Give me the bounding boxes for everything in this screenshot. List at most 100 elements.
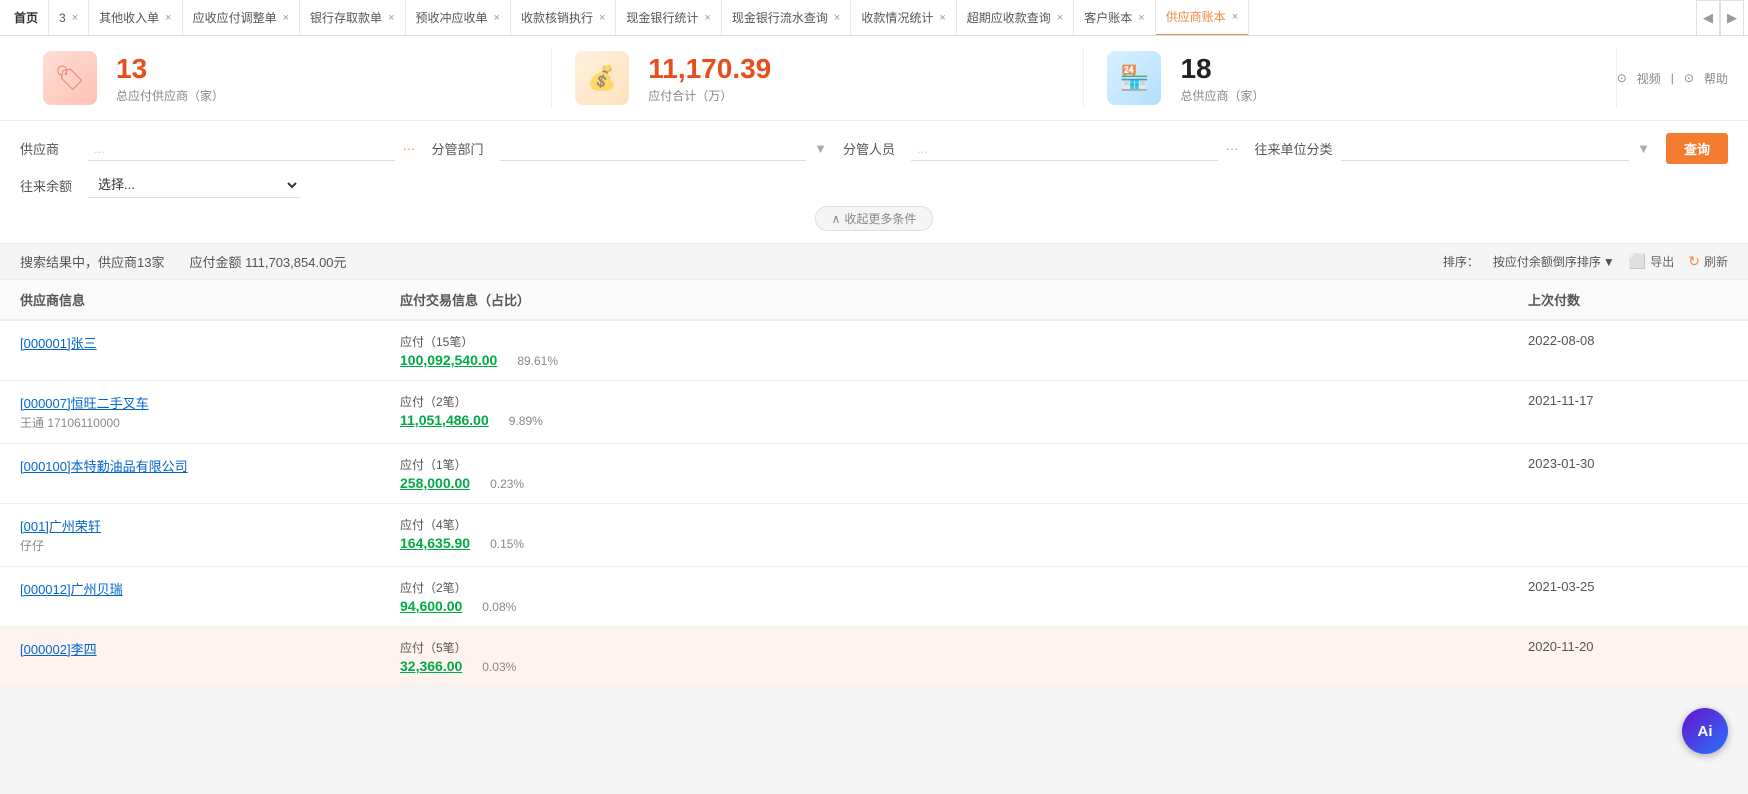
transaction-info-2: 应付（2笔） 11,051,486.00 9.89%	[400, 393, 1528, 428]
nav-tab-ar-ap-adj[interactable]: 应收应付调整单 ×	[183, 0, 300, 36]
filter-row-2: 往来余额 选择...	[20, 172, 1728, 198]
category-dropdown-icon[interactable]: ▼	[1637, 141, 1650, 156]
result-bar: 搜索结果中，供应商13家 应付金额 111,703,854.00元 排序： 按应…	[0, 244, 1748, 280]
nav-tab-receipt-stat[interactable]: 收款情况统计 ×	[851, 0, 956, 36]
nav-tab-other-income-close[interactable]: ×	[165, 12, 171, 24]
transaction-row-3: 258,000.00 0.23%	[400, 475, 1528, 491]
transaction-cell-2: 应付（2笔） 11,051,486.00 9.89%	[400, 393, 1528, 428]
data-table: 供应商信息 应付交易信息（占比） 上次付数 [000001]张三 应付（15笔）…	[0, 280, 1748, 687]
nav-tab-overdue-ar[interactable]: 超期应收款查询 ×	[957, 0, 1074, 36]
export-button[interactable]: ⬜ 导出	[1629, 253, 1674, 270]
refresh-button[interactable]: ↻ 刷新	[1688, 253, 1728, 270]
help-link[interactable]: 帮助	[1704, 70, 1728, 87]
nav-tab-other-income[interactable]: 其他收入单 ×	[89, 0, 182, 36]
sort-dropdown-icon: ▼	[1603, 255, 1615, 269]
trans-amount-1[interactable]: 100,092,540.00	[400, 352, 497, 368]
filter-supplier: 供应商 ···	[20, 137, 416, 161]
nav-tab-receipt-stat-close[interactable]: ×	[939, 12, 945, 24]
nav-next-button[interactable]: ▶	[1720, 0, 1744, 36]
store-icon: 🏪	[1104, 48, 1164, 108]
nav-tab-pre-collect-close[interactable]: ×	[494, 12, 500, 24]
category-filter-label: 往来单位分类	[1255, 139, 1333, 158]
summary-payable-amount: 💰 11,170.39 应付合计（万）	[552, 48, 1084, 108]
transaction-info-1: 应付（15笔） 100,092,540.00 89.61%	[400, 333, 1528, 368]
store-icon-shape: 🏪	[1107, 51, 1161, 105]
query-button[interactable]: 查询	[1666, 133, 1728, 164]
last-payment-date-6: 2020-11-20	[1528, 639, 1594, 654]
supplier-link-2[interactable]: [000007]恒旺二手叉车	[20, 396, 149, 411]
nav-tab-bank-deposit[interactable]: 银行存取款单 ×	[300, 0, 405, 36]
supplier-cell-1: [000001]张三	[20, 333, 400, 352]
result-separator	[170, 252, 183, 271]
right-actions: 排序： 按应付余额倒序排序 ▼ ⬜ 导出 ↻ 刷新	[1443, 253, 1728, 270]
transaction-info-4: 应付（4笔） 164,635.90 0.15%	[400, 516, 1528, 551]
dept-dropdown-icon[interactable]: ▼	[814, 141, 827, 156]
supplier-link-1[interactable]: [000001]张三	[20, 336, 97, 351]
filter-row-1: 供应商 ··· 分管部门 ▼ 分管人员 ··· 往来单位分类 ▼ 查询	[20, 133, 1728, 164]
ai-button[interactable]: Ai	[1682, 708, 1728, 754]
dept-filter-input[interactable]	[500, 137, 807, 161]
nav-tab-cash-bank-flow-close[interactable]: ×	[834, 12, 840, 24]
nav-tab-bank-deposit-close[interactable]: ×	[388, 12, 394, 24]
filter-dept: 分管部门 ▼	[432, 137, 828, 161]
person-filter-dots[interactable]: ···	[1226, 141, 1239, 156]
nav-tab-home[interactable]: 首页	[4, 0, 49, 36]
summary-bar: 🏷 13 总应付供应商（家） 💰 11,170.39 应付合计（万） 🏪 18 …	[0, 36, 1748, 121]
refresh-label: 刷新	[1704, 253, 1728, 270]
nav-tab-receipt-verify-close[interactable]: ×	[599, 12, 605, 24]
trans-amount-2[interactable]: 11,051,486.00	[400, 412, 489, 428]
trans-amount-3[interactable]: 258,000.00	[400, 475, 470, 491]
person-filter-input[interactable]	[911, 137, 1218, 161]
nav-tab-cash-bank-stat-close[interactable]: ×	[704, 12, 710, 24]
export-icon: ⬜	[1629, 253, 1646, 270]
trans-pct-6: 0.03%	[482, 660, 516, 674]
nav-tab-receipt-verify[interactable]: 收款核销执行 ×	[511, 0, 616, 36]
table-row: [000012]广州贝瑞 应付（2笔） 94,600.00 0.08% 2021…	[0, 567, 1748, 627]
nav-tab-cash-bank-flow[interactable]: 现金银行流水查询 ×	[722, 0, 851, 36]
payable-suppliers-number: 13	[116, 52, 224, 86]
summary-payable-suppliers: 🏷 13 总应付供应商（家）	[20, 48, 552, 108]
search-result-prefix: 搜索结果中，供应商13家	[20, 252, 164, 271]
video-link[interactable]: 视频	[1637, 70, 1661, 87]
supplier-link-5[interactable]: [000012]广州贝瑞	[20, 582, 123, 597]
supplier-filter-dots[interactable]: ···	[403, 141, 416, 156]
supplier-filter-label: 供应商	[20, 139, 80, 158]
trans-amount-4[interactable]: 164,635.90	[400, 535, 470, 551]
category-filter-input[interactable]	[1341, 137, 1630, 161]
supplier-icon: 🏷	[40, 48, 100, 108]
trans-amount-5[interactable]: 94,600.00	[400, 598, 462, 614]
dept-filter-label: 分管部门	[432, 139, 492, 158]
supplier-filter-input[interactable]	[88, 137, 395, 161]
last-payment-date-2: 2021-11-17	[1528, 393, 1594, 408]
trans-label-4: 应付（4笔）	[400, 518, 467, 532]
nav-tab-overdue-ar-label: 超期应收款查询	[967, 9, 1051, 26]
supplier-link-4[interactable]: [001]广州荣轩	[20, 519, 101, 534]
table-row: [001]广州荣轩 仔仔 应付（4笔） 164,635.90 0.15%	[0, 504, 1748, 567]
nav-tab-customer-book[interactable]: 客户账本 ×	[1074, 0, 1155, 36]
supplier-icon-shape: 🏷	[43, 51, 97, 105]
transaction-cell-3: 应付（1笔） 258,000.00 0.23%	[400, 456, 1528, 491]
trans-pct-2: 9.89%	[509, 414, 543, 428]
filter-area: 供应商 ··· 分管部门 ▼ 分管人员 ··· 往来单位分类 ▼ 查询 往来余额…	[0, 121, 1748, 244]
nav-tab-customer-book-label: 客户账本	[1084, 9, 1132, 26]
collapse-button-label: 收起更多条件	[844, 210, 916, 227]
nav-tab-supplier-book-close[interactable]: ×	[1232, 11, 1238, 23]
supplier-cell-4: [001]广州荣轩 仔仔	[20, 516, 400, 554]
collapse-button[interactable]: ∧ 收起更多条件	[815, 206, 934, 231]
nav-tab-3-close[interactable]: ×	[72, 12, 78, 24]
nav-tab-supplier-book[interactable]: 供应商账本 ×	[1156, 0, 1249, 36]
supplier-link-3[interactable]: [000100]本特勤油品有限公司	[20, 459, 188, 474]
nav-tab-cash-bank-stat[interactable]: 现金银行统计 ×	[616, 0, 721, 36]
balance-filter-select[interactable]: 选择...	[88, 172, 300, 198]
sort-select[interactable]: 按应付余额倒序排序 ▼	[1493, 253, 1615, 270]
nav-tab-pre-collect[interactable]: 预收冲应收单 ×	[406, 0, 511, 36]
nav-tab-3[interactable]: 3 ×	[49, 0, 89, 36]
supplier-link-6[interactable]: [000002]李四	[20, 642, 97, 657]
nav-tab-overdue-ar-close[interactable]: ×	[1057, 12, 1063, 24]
nav-tab-ar-ap-adj-close[interactable]: ×	[283, 12, 289, 24]
transaction-cell-1: 应付（15笔） 100,092,540.00 89.61%	[400, 333, 1528, 368]
trans-amount-6[interactable]: 32,366.00	[400, 658, 462, 674]
nav-prev-button[interactable]: ◀	[1696, 0, 1720, 36]
summary-amount-text: 11,170.39 应付合计（万）	[648, 52, 771, 105]
nav-tab-customer-book-close[interactable]: ×	[1138, 12, 1144, 24]
